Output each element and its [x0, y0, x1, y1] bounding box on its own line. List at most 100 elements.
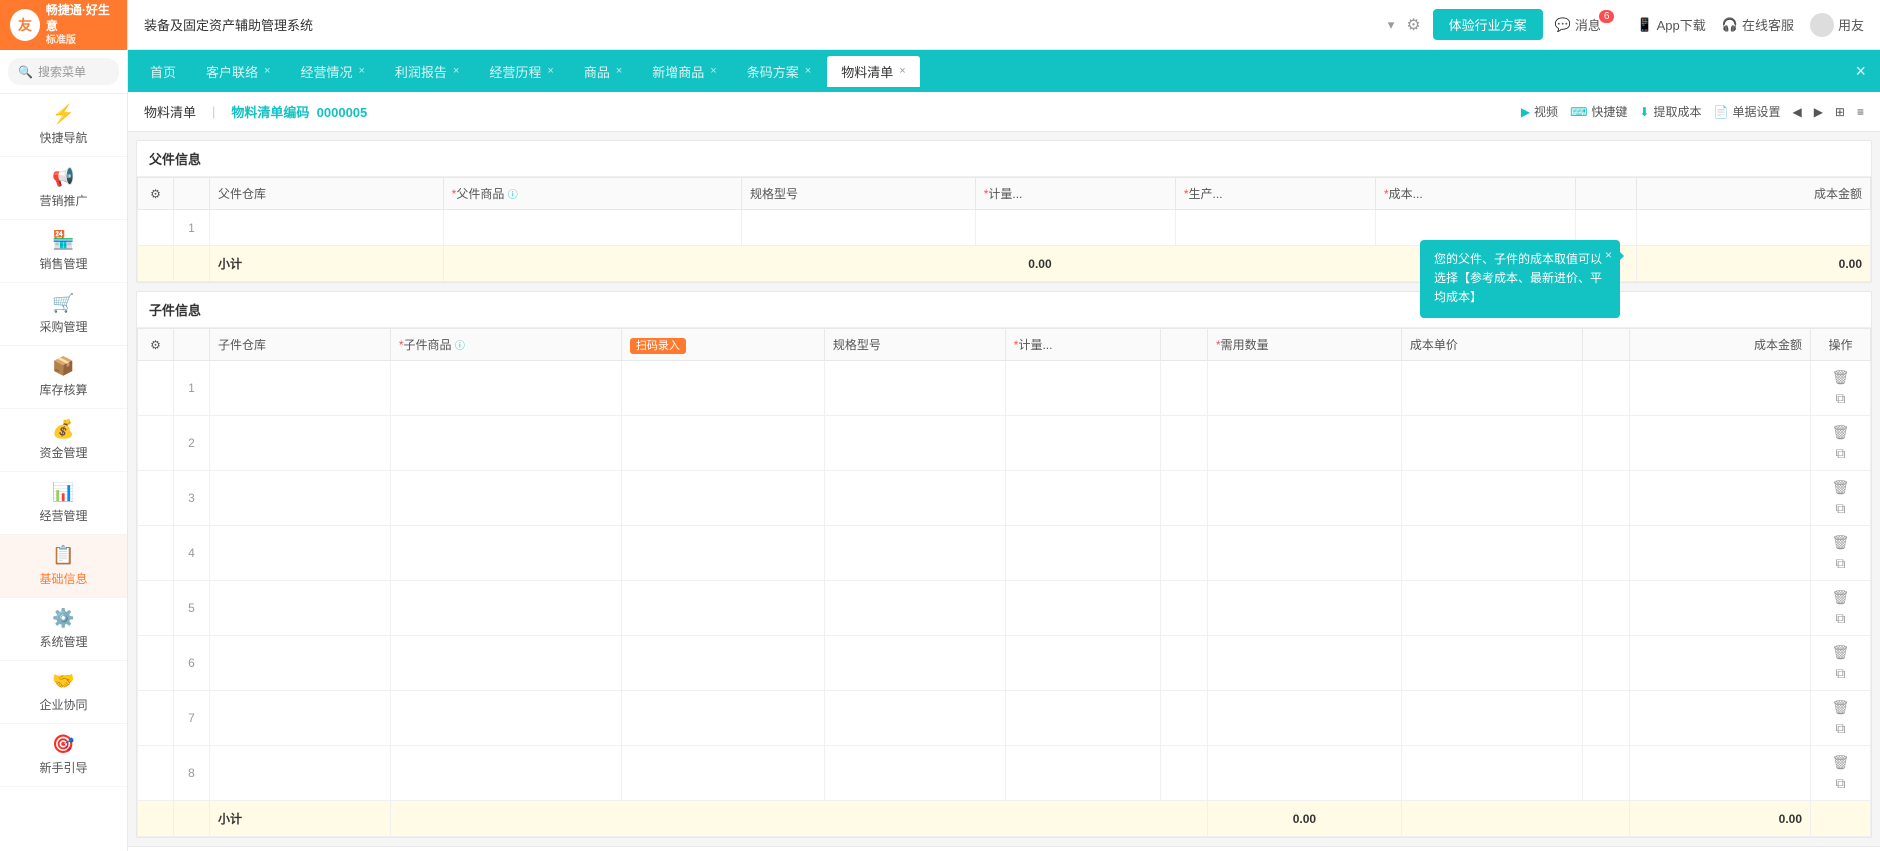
child-r4-delete[interactable]: 🗑 — [1828, 532, 1854, 553]
close-tab-product[interactable]: × — [616, 65, 622, 77]
parent-col-num — [174, 178, 210, 210]
child-col-warehouse: 子件仓库 — [210, 329, 391, 361]
tab-customer[interactable]: 客户联络 × — [192, 56, 284, 87]
grid-view-action[interactable]: ⊞ — [1835, 105, 1845, 119]
search-menu-button[interactable]: 🔍 搜索菜单 — [8, 58, 119, 85]
settings-icon[interactable]: ⚙ — [1406, 15, 1420, 35]
child-r6-copy[interactable]: ⧉ — [1832, 663, 1850, 684]
cost-icon: ⬇ — [1639, 105, 1649, 119]
child-r5-copy[interactable]: ⧉ — [1832, 608, 1850, 629]
view-action[interactable]: ▶ 视频 — [1521, 103, 1558, 120]
close-tab-customer[interactable]: × — [264, 65, 270, 77]
sidebar-item-purchase[interactable]: 🛒 采购管理 — [0, 283, 127, 346]
child-r7-copy[interactable]: ⧉ — [1832, 718, 1850, 739]
parent-row1-product[interactable] — [443, 210, 741, 246]
child-r1-warehouse[interactable] — [210, 361, 391, 416]
sidebar-item-quick-nav[interactable]: ⚡ 快捷导航 — [0, 94, 127, 157]
child-r8-delete[interactable]: 🗑 — [1828, 752, 1854, 773]
sidebar-item-inventory[interactable]: 📦 库存核算 — [0, 346, 127, 409]
close-tab-new-product[interactable]: × — [710, 65, 716, 77]
close-tab-profit[interactable]: × — [453, 65, 459, 77]
sidebar-item-sales[interactable]: 🏪 销售管理 — [0, 220, 127, 283]
operations-icon: 📊 — [52, 482, 74, 503]
child-r1-copy[interactable]: ⧉ — [1832, 388, 1850, 409]
close-tab-history[interactable]: × — [547, 65, 553, 77]
sidebar-item-marketing[interactable]: 📢 营销推广 — [0, 157, 127, 220]
child-subtotal-amount: 0.00 — [1630, 801, 1811, 837]
shortcut-action[interactable]: ⌨ 快捷键 — [1570, 103, 1627, 120]
nav-tabs: 首页 客户联络 × 经营情况 × 利润报告 × 经营历程 × 商品 × 新增商品… — [128, 50, 1880, 92]
experience-btn[interactable]: 体验行业方案 — [1433, 9, 1543, 40]
child-r2-delete[interactable]: 🗑 — [1828, 422, 1854, 443]
tab-bom[interactable]: 物料清单 × — [827, 56, 919, 87]
child-section: 子件信息 ⚙ 子件仓库 *子件商品 ⓘ 扫码录入 规格型号 *计量... *需用… — [136, 291, 1872, 838]
child-r8-copy[interactable]: ⧉ — [1832, 773, 1850, 794]
child-col-scan[interactable]: 扫码录入 — [621, 329, 824, 361]
message-icon: 💬 — [1555, 17, 1571, 33]
purchase-icon: 🛒 — [52, 293, 74, 314]
child-r3-delete[interactable]: 🗑 — [1828, 477, 1854, 498]
doc-settings-icon: 📄 — [1713, 105, 1728, 119]
child-r3-copy[interactable]: ⧉ — [1832, 498, 1850, 519]
sidebar-search-area: 🔍 搜索菜单 — [0, 50, 127, 94]
child-subtotal-label: 小计 — [210, 801, 391, 837]
child-r1-unit-cost[interactable] — [1401, 361, 1582, 416]
child-subtotal-quantity: 0.00 — [1208, 801, 1402, 837]
message-button[interactable]: 💬 消息 6 — [1555, 15, 1621, 34]
child-col-settings[interactable]: ⚙ — [138, 329, 174, 361]
close-tab-operations[interactable]: × — [358, 65, 364, 77]
tooltip-close-btn[interactable]: × — [1605, 246, 1612, 265]
tab-history[interactable]: 经营历程 × — [475, 56, 567, 87]
settings-action[interactable]: 📄 单据设置 — [1713, 103, 1780, 120]
sidebar-item-operations[interactable]: 📊 经营管理 — [0, 472, 127, 535]
child-r7-delete[interactable]: 🗑 — [1828, 697, 1854, 718]
child-col-empty — [1160, 329, 1207, 361]
parent-subtotal-settings — [138, 246, 174, 282]
child-r1-empty — [1160, 361, 1207, 416]
close-tab-barcode[interactable]: × — [805, 65, 811, 77]
nav-next[interactable]: ▶ — [1814, 105, 1823, 119]
list-view-action[interactable]: ≡ — [1857, 105, 1864, 119]
sidebar-nav: ⚡ 快捷导航 📢 营销推广 🏪 销售管理 🛒 采购管理 📦 库存核算 💰 资金管… — [0, 94, 127, 851]
child-r5-delete[interactable]: 🗑 — [1828, 587, 1854, 608]
sidebar-item-guide[interactable]: 🎯 新手引导 — [0, 724, 127, 787]
child-r6-delete[interactable]: 🗑 — [1828, 642, 1854, 663]
child-r1-spec[interactable] — [824, 361, 1005, 416]
child-r4-copy[interactable]: ⧉ — [1832, 553, 1850, 574]
avatar-icon — [1810, 13, 1834, 37]
tab-operations[interactable]: 经营情况 × — [286, 56, 378, 87]
child-r1-product[interactable] — [390, 361, 621, 416]
tab-home[interactable]: 首页 — [136, 56, 190, 87]
nav-prev[interactable]: ◀ — [1792, 105, 1801, 119]
close-tab-bom[interactable]: × — [899, 65, 905, 77]
online-service-button[interactable]: 🎧 在线客服 — [1722, 15, 1794, 34]
parent-row1-spec[interactable] — [742, 210, 976, 246]
tab-barcode[interactable]: 条码方案 × — [733, 56, 825, 87]
child-r1-unit[interactable] — [1005, 361, 1160, 416]
parent-row1-warehouse[interactable] — [210, 210, 444, 246]
parent-col-warehouse: 父件仓库 — [210, 178, 444, 210]
page-breadcrumb1: 物料清单 — [144, 102, 196, 121]
child-col-amount: 成本金额 — [1630, 329, 1811, 361]
child-r2-copy[interactable]: ⧉ — [1832, 443, 1850, 464]
cost-action[interactable]: ⬇ 提取成本 — [1639, 103, 1701, 120]
user-avatar[interactable]: 用友 — [1810, 13, 1864, 37]
parent-row1-unit[interactable] — [975, 210, 1175, 246]
dropdown-icon[interactable]: ▾ — [1388, 17, 1395, 33]
tab-profit[interactable]: 利润报告 × — [381, 56, 473, 87]
parent-col-settings[interactable]: ⚙ — [138, 178, 174, 210]
parent-col-produce: *生产... — [1175, 178, 1375, 210]
child-r1-delete[interactable]: 🗑 — [1828, 367, 1854, 388]
close-all-tabs[interactable]: × — [1849, 61, 1872, 82]
tab-product[interactable]: 商品 × — [570, 56, 636, 87]
tab-new-product[interactable]: 新增商品 × — [638, 56, 730, 87]
sidebar-item-system[interactable]: ⚙️ 系统管理 — [0, 598, 127, 661]
topbar-right: 💬 消息 6 📱 App下载 🎧 在线客服 用友 — [1555, 13, 1864, 37]
sidebar-item-finance[interactable]: 💰 资金管理 — [0, 409, 127, 472]
app-download-button[interactable]: 📱 App下载 — [1636, 15, 1705, 34]
sidebar-item-enterprise[interactable]: 🤝 企业协同 — [0, 661, 127, 724]
sidebar-item-basic-info[interactable]: 📋 基础信息 — [0, 535, 127, 598]
parent-row1-amount — [1637, 210, 1871, 246]
child-r1-quantity[interactable] — [1208, 361, 1402, 416]
parent-row1-produce[interactable] — [1175, 210, 1375, 246]
